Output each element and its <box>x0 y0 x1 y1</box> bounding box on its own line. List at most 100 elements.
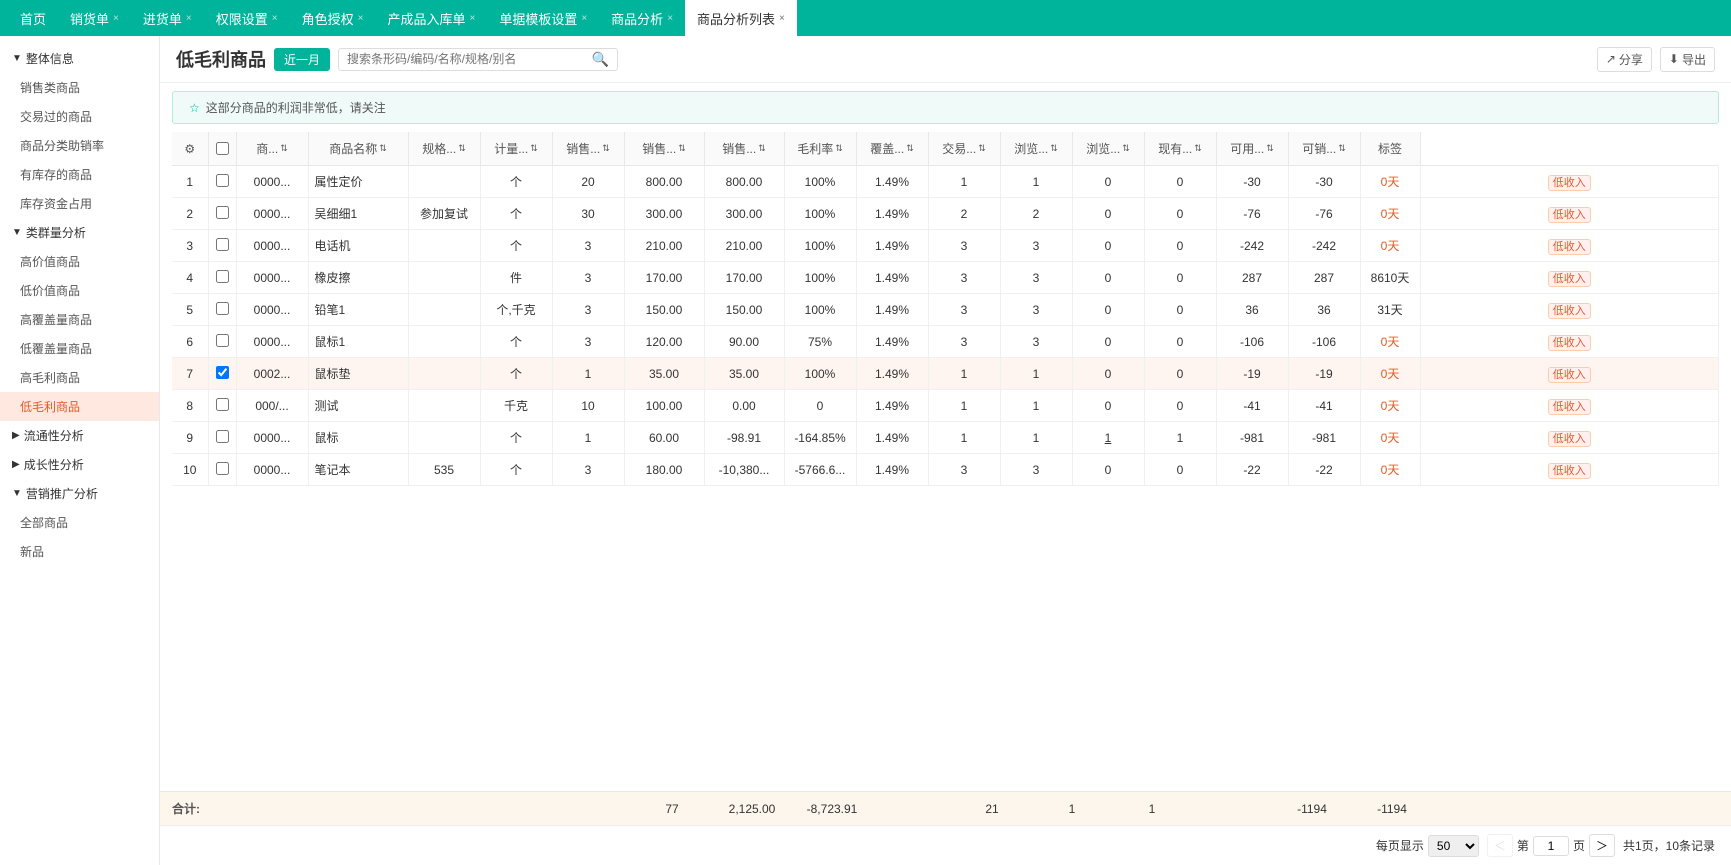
row-checkbox-cell[interactable] <box>208 454 236 486</box>
row-checkbox-cell[interactable] <box>208 358 236 390</box>
th-code[interactable]: 商... ⇅ <box>236 132 308 166</box>
row-checkbox[interactable] <box>216 430 229 443</box>
sort-icon[interactable]: ⇅ <box>602 143 610 154</box>
nav-home[interactable]: 首页 <box>8 0 58 36</box>
sidebar-item-stock-capital[interactable]: 库存资金占用 <box>0 189 159 218</box>
prev-page-button[interactable]: ＜ <box>1487 834 1513 857</box>
sort-icon[interactable]: ⇅ <box>678 143 686 154</box>
sidebar-item-sales-products[interactable]: 销售类商品 <box>0 73 159 102</box>
row-checkbox-cell[interactable] <box>208 262 236 294</box>
close-icon[interactable]: × <box>272 13 278 24</box>
row-checkbox-cell[interactable] <box>208 390 236 422</box>
nav-purchase-order[interactable]: 进货单 × <box>131 0 204 36</box>
sort-icon[interactable]: ⇅ <box>280 143 288 154</box>
sidebar-item-in-stock[interactable]: 有库存的商品 <box>0 160 159 189</box>
sort-icon[interactable]: ⇅ <box>458 143 466 154</box>
row-checkbox[interactable] <box>216 270 229 283</box>
sidebar-section-cluster[interactable]: ▼ 类群量分析 <box>0 218 159 247</box>
nav-role-auth[interactable]: 角色授权 × <box>290 0 376 36</box>
row-checkbox-cell[interactable] <box>208 230 236 262</box>
search-input[interactable] <box>347 52 592 66</box>
th-browse2[interactable]: 浏览... ⇅ <box>1072 132 1144 166</box>
sidebar-item-new-products[interactable]: 新品 <box>0 537 159 566</box>
row-checkbox[interactable] <box>216 238 229 251</box>
th-sales-amt[interactable]: 销售... ⇅ <box>704 132 784 166</box>
next-page-button[interactable]: ＞ <box>1589 834 1615 857</box>
row-checkbox[interactable] <box>216 206 229 219</box>
sort-icon[interactable]: ⇅ <box>835 143 843 154</box>
page-number-input[interactable] <box>1533 836 1569 856</box>
row-checkbox-cell[interactable] <box>208 198 236 230</box>
close-icon[interactable]: × <box>779 13 785 24</box>
sidebar-item-high-coverage[interactable]: 高覆盖量商品 <box>0 305 159 334</box>
export-button[interactable]: ⬇ 导出 <box>1660 47 1715 72</box>
search-icon[interactable]: 🔍 <box>592 51 609 68</box>
th-unit[interactable]: 计量... ⇅ <box>480 132 552 166</box>
th-checkbox[interactable] <box>208 132 236 166</box>
row-browse1[interactable]: 1 <box>1072 422 1144 454</box>
nav-sales-order[interactable]: 销货单 × <box>58 0 131 36</box>
th-name[interactable]: 商品名称 ⇅ <box>308 132 408 166</box>
nav-product-analysis-list[interactable]: 商品分析列表 × <box>685 0 797 36</box>
th-sellable[interactable]: 可销... ⇅ <box>1288 132 1360 166</box>
sort-icon[interactable]: ⇅ <box>379 143 387 154</box>
th-trade[interactable]: 交易... ⇅ <box>928 132 1000 166</box>
date-filter-button[interactable]: 近一月 <box>274 48 330 71</box>
sidebar-item-high-margin[interactable]: 高毛利商品 <box>0 363 159 392</box>
share-button[interactable]: ↗ 分享 <box>1597 47 1652 72</box>
th-settings[interactable]: ⚙ <box>172 132 208 166</box>
sort-icon[interactable]: ⇅ <box>1338 143 1346 154</box>
close-icon[interactable]: × <box>113 13 119 24</box>
sidebar-item-low-value[interactable]: 低价值商品 <box>0 276 159 305</box>
th-tag[interactable]: 标签 <box>1360 132 1420 166</box>
sort-icon[interactable]: ⇅ <box>1122 143 1130 154</box>
close-icon[interactable]: × <box>667 13 673 24</box>
sidebar-item-high-value[interactable]: 高价值商品 <box>0 247 159 276</box>
row-checkbox-cell[interactable] <box>208 422 236 454</box>
sidebar-section-growth[interactable]: ▶ 成长性分析 <box>0 450 159 479</box>
sidebar-item-low-coverage[interactable]: 低覆盖量商品 <box>0 334 159 363</box>
row-checkbox-cell[interactable] <box>208 166 236 198</box>
row-checkbox-cell[interactable] <box>208 294 236 326</box>
select-all-checkbox[interactable] <box>216 142 229 155</box>
nav-permissions[interactable]: 权限设置 × <box>204 0 290 36</box>
nav-template-settings[interactable]: 单据模板设置 × <box>487 0 599 36</box>
close-icon[interactable]: × <box>581 13 587 24</box>
row-checkbox-cell[interactable] <box>208 326 236 358</box>
sort-icon[interactable]: ⇅ <box>978 143 986 154</box>
th-sales-price[interactable]: 销售... ⇅ <box>624 132 704 166</box>
th-browse1[interactable]: 浏览... ⇅ <box>1000 132 1072 166</box>
per-page-select[interactable]: 50 20 100 <box>1428 835 1479 857</box>
sort-icon[interactable]: ⇅ <box>906 143 914 154</box>
sidebar-item-category-rate[interactable]: 商品分类助销率 <box>0 131 159 160</box>
sort-icon[interactable]: ⇅ <box>1050 143 1058 154</box>
sidebar-item-low-margin[interactable]: 低毛利商品 <box>0 392 159 421</box>
th-coverage[interactable]: 覆盖... ⇅ <box>856 132 928 166</box>
sidebar-section-overall[interactable]: ▼ 整体信息 <box>0 44 159 73</box>
row-checkbox[interactable] <box>216 334 229 347</box>
row-checkbox[interactable] <box>216 174 229 187</box>
th-sales-qty[interactable]: 销售... ⇅ <box>552 132 624 166</box>
nav-product-analysis[interactable]: 商品分析 × <box>599 0 685 36</box>
sort-icon[interactable]: ⇅ <box>1266 143 1274 154</box>
sidebar-item-traded-products[interactable]: 交易过的商品 <box>0 102 159 131</box>
row-checkbox[interactable] <box>216 366 229 379</box>
close-icon[interactable]: × <box>358 13 364 24</box>
row-checkbox[interactable] <box>216 462 229 475</box>
close-icon[interactable]: × <box>186 13 192 24</box>
sidebar-section-flow[interactable]: ▶ 流通性分析 <box>0 421 159 450</box>
sort-icon[interactable]: ⇅ <box>1194 143 1202 154</box>
row-checkbox[interactable] <box>216 398 229 411</box>
th-spec[interactable]: 规格... ⇅ <box>408 132 480 166</box>
sort-icon[interactable]: ⇅ <box>758 143 766 154</box>
table-container[interactable]: ⚙ 商... ⇅ 商品名称 ⇅ 规格... ⇅ <box>160 132 1731 791</box>
nav-product-entry[interactable]: 产成品入库单 × <box>375 0 487 36</box>
sidebar-section-marketing[interactable]: ▼ 营销推广分析 <box>0 479 159 508</box>
row-checkbox[interactable] <box>216 302 229 315</box>
close-icon[interactable]: × <box>469 13 475 24</box>
sidebar-item-all-products[interactable]: 全部商品 <box>0 508 159 537</box>
sort-icon[interactable]: ⇅ <box>530 143 538 154</box>
th-available[interactable]: 可用... ⇅ <box>1216 132 1288 166</box>
th-margin[interactable]: 毛利率 ⇅ <box>784 132 856 166</box>
th-current[interactable]: 现有... ⇅ <box>1144 132 1216 166</box>
